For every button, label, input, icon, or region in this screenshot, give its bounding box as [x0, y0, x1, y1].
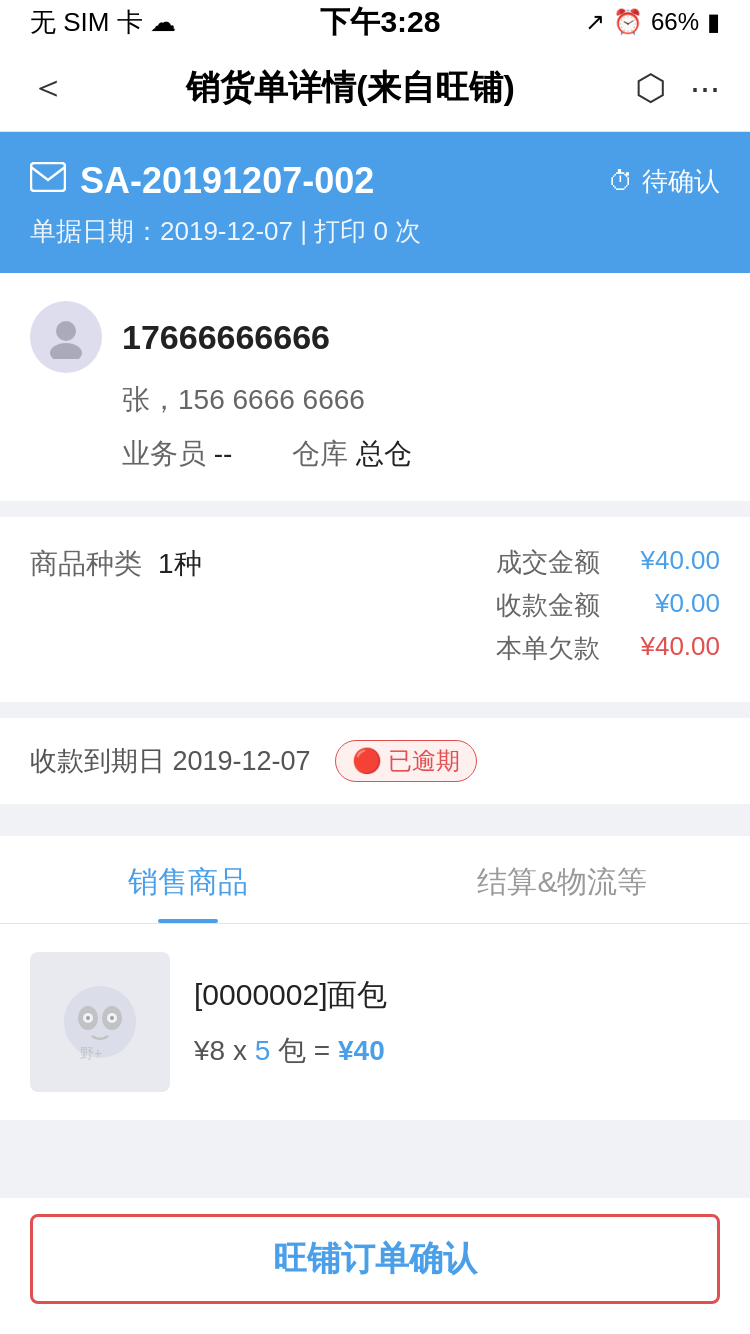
order-header: SA-20191207-002 ⏱ 待确认 单据日期：2019-12-07 | … [0, 132, 750, 273]
salesperson-label: 业务员 -- [122, 435, 232, 473]
amount-label: 成交金额 [496, 545, 600, 580]
product-item: 野+ [0000002]面包 ¥8 x 5 包 = ¥40 [0, 924, 750, 1120]
summary-section: 商品种类 1种 成交金额 ¥40.00 收款金额 ¥0.00 本单欠款 ¥40.… [0, 517, 750, 702]
product-info: [0000002]面包 ¥8 x 5 包 = ¥40 [194, 975, 720, 1070]
back-button[interactable]: ＜ [30, 63, 66, 112]
svg-point-1 [56, 321, 76, 341]
summary-right: 成交金额 ¥40.00 收款金额 ¥0.00 本单欠款 ¥40.00 [496, 545, 720, 674]
status-text: 待确认 [642, 164, 720, 199]
tab-sales[interactable]: 销售商品 [0, 836, 375, 923]
more-icon[interactable]: ··· [690, 67, 720, 109]
alarm-icon: ⏰ [613, 8, 643, 36]
share-icon[interactable]: ⬡ [635, 67, 666, 109]
customer-row: 17666666666 [30, 301, 720, 373]
order-id-row: SA-20191207-002 ⏱ 待确认 [30, 160, 720, 202]
confirm-button[interactable]: 旺铺订单确认 [30, 1214, 720, 1304]
clock-icon: ⏱ [608, 166, 634, 197]
product-calc: ¥8 x 5 包 = ¥40 [194, 1032, 720, 1070]
product-name: [0000002]面包 [194, 975, 720, 1016]
status-right: ↗ ⏰ 66% ▮ [585, 8, 720, 36]
svg-text:野+: 野+ [80, 1045, 102, 1061]
nav-bar: ＜ 销货单详情(来自旺铺) ⬡ ··· [0, 44, 750, 132]
balance-row: 本单欠款 ¥40.00 [496, 631, 720, 666]
svg-point-9 [110, 1016, 114, 1020]
product-qty: 5 [255, 1035, 271, 1066]
status-time: 下午3:28 [320, 2, 440, 43]
category-label: 商品种类 [30, 545, 142, 583]
payment-value: ¥0.00 [655, 588, 720, 623]
tabs-section: 销售商品 结算&物流等 野+ [0000002]面包 [0, 836, 750, 1120]
customer-phone: 17666666666 [122, 318, 330, 357]
balance-label: 本单欠款 [496, 631, 600, 666]
divider [0, 820, 750, 836]
salesperson-value: -- [214, 438, 233, 469]
warehouse-label: 仓库 总仓 [292, 435, 412, 473]
svg-point-8 [86, 1016, 90, 1020]
product-total: ¥40 [338, 1035, 385, 1066]
svg-rect-0 [31, 163, 65, 191]
product-thumbnail: 野+ [30, 952, 170, 1092]
category-value: 1种 [158, 545, 202, 583]
due-date-value: 2019-12-07 [173, 746, 311, 776]
customer-name: 张，156 6666 6666 [122, 381, 720, 419]
order-id: SA-20191207-002 [80, 160, 374, 202]
status-left: 无 SIM 卡 ☁ [30, 5, 176, 40]
customer-section: 17666666666 张，156 6666 6666 业务员 -- 仓库 总仓 [0, 273, 750, 501]
nav-icons: ⬡ ··· [635, 67, 720, 109]
battery-label: 66% [651, 8, 699, 36]
tabs-row: 销售商品 结算&物流等 [0, 836, 750, 924]
due-section: 收款到期日 2019-12-07 🔴 已逾期 [0, 718, 750, 804]
order-status: ⏱ 待确认 [608, 164, 720, 199]
amount-row: 成交金额 ¥40.00 [496, 545, 720, 580]
svg-point-2 [50, 343, 82, 359]
overdue-badge: 🔴 已逾期 [335, 740, 477, 782]
bottom-bar: 旺铺订单确认 [0, 1198, 750, 1334]
warehouse-value: 总仓 [356, 438, 412, 469]
summary-left: 商品种类 1种 [30, 545, 202, 583]
avatar [30, 301, 102, 373]
signal-icon: ↗ [585, 8, 605, 36]
order-icon [30, 162, 66, 200]
tab-settle[interactable]: 结算&物流等 [375, 836, 750, 923]
status-bar: 无 SIM 卡 ☁ 下午3:28 ↗ ⏰ 66% ▮ [0, 0, 750, 44]
balance-value: ¥40.00 [640, 631, 720, 666]
customer-meta: 业务员 -- 仓库 总仓 [122, 435, 720, 473]
order-date: 单据日期：2019-12-07 | 打印 0 次 [30, 214, 720, 249]
payment-row: 收款金额 ¥0.00 [496, 588, 720, 623]
amount-value: ¥40.00 [640, 545, 720, 580]
overdue-text: 已逾期 [388, 745, 460, 777]
payment-label: 收款金额 [496, 588, 600, 623]
overdue-icon: 🔴 [352, 747, 382, 775]
due-date-label: 收款到期日 2019-12-07 [30, 743, 311, 779]
page-title: 销货单详情(来自旺铺) [186, 65, 515, 111]
battery-icon: ▮ [707, 8, 720, 36]
